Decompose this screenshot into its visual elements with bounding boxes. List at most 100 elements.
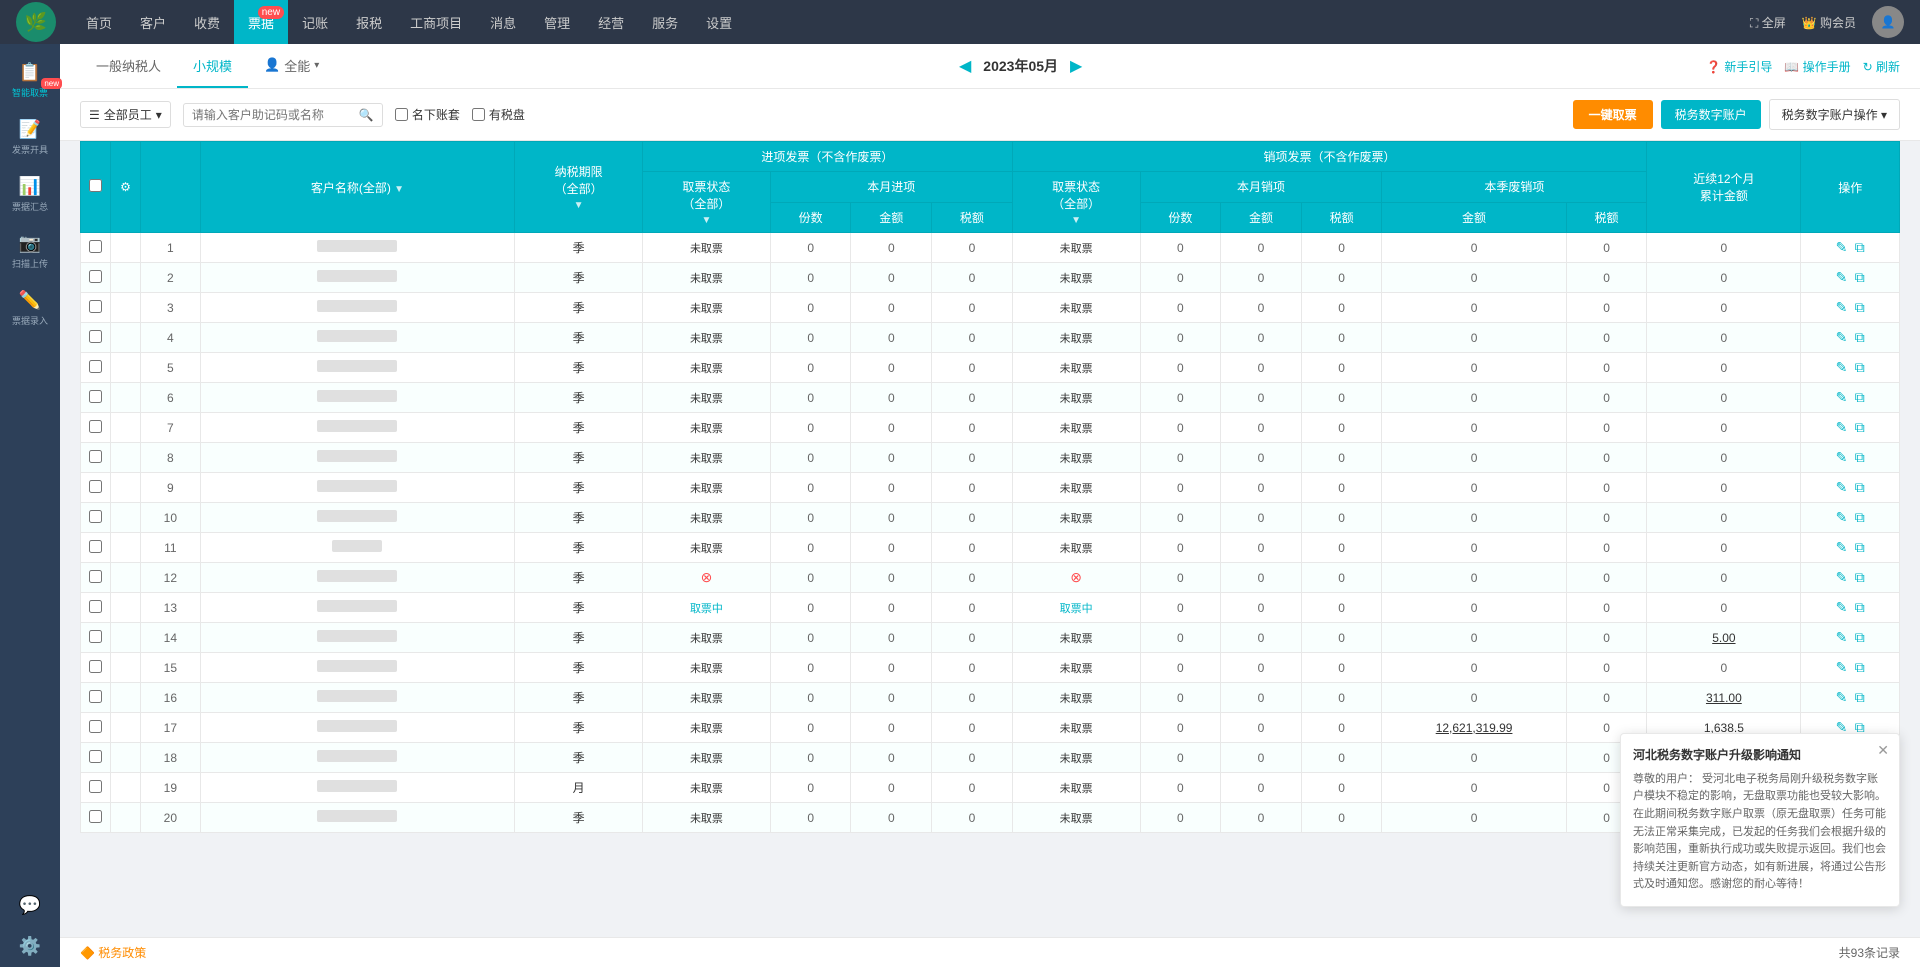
employee-select[interactable]: ☰ 全部员工 ▾ — [80, 101, 171, 128]
row-in-status-cell[interactable]: 取票中 — [643, 593, 771, 623]
row-in-status-cell[interactable]: 未取票 — [643, 653, 771, 683]
row-out-status-cell[interactable]: 未取票 — [1012, 383, 1140, 413]
th-out-status[interactable]: 取票状态（全部）▼ — [1012, 172, 1140, 233]
row-in-status-cell[interactable]: 未取票 — [643, 773, 771, 803]
search-input[interactable] — [192, 108, 355, 122]
copy-icon[interactable]: ⧉ — [1855, 389, 1865, 405]
row-checkbox-cell[interactable] — [81, 653, 111, 683]
edit-icon[interactable]: ✎ — [1836, 569, 1848, 585]
row-out-status-cell[interactable]: 未取票 — [1012, 323, 1140, 353]
nav-message[interactable]: 消息 — [476, 0, 530, 44]
edit-icon[interactable]: ✎ — [1836, 419, 1848, 435]
row-in-status-cell[interactable]: ⊗ — [643, 563, 771, 593]
edit-icon[interactable]: ✎ — [1836, 269, 1848, 285]
row-in-status-cell[interactable]: 未取票 — [643, 683, 771, 713]
row-name-cell[interactable] — [200, 623, 515, 653]
row-out-status-cell[interactable]: 未取票 — [1012, 293, 1140, 323]
nav-billing[interactable]: 收费 — [180, 0, 234, 44]
row-checkbox-cell[interactable] — [81, 263, 111, 293]
th-customer-name[interactable]: 客户名称(全部) ▼ — [200, 142, 515, 233]
row-name-cell[interactable] — [200, 293, 515, 323]
row-checkbox[interactable] — [89, 690, 102, 703]
row-checkbox[interactable] — [89, 570, 102, 583]
notification-close-btn[interactable]: ✕ — [1877, 742, 1889, 759]
row-checkbox-cell[interactable] — [81, 713, 111, 743]
row-in-status-cell[interactable]: 未取票 — [643, 263, 771, 293]
row-checkbox-cell[interactable] — [81, 383, 111, 413]
copy-icon[interactable]: ⧉ — [1855, 479, 1865, 495]
row-in-status-cell[interactable]: 未取票 — [643, 293, 771, 323]
nav-accounting[interactable]: 记账 — [288, 0, 342, 44]
row-checkbox-cell[interactable] — [81, 623, 111, 653]
copy-icon[interactable]: ⧉ — [1855, 509, 1865, 525]
row-checkbox[interactable] — [89, 540, 102, 553]
copy-icon[interactable]: ⧉ — [1855, 329, 1865, 345]
row-checkbox[interactable] — [89, 330, 102, 343]
row-checkbox-cell[interactable] — [81, 593, 111, 623]
row-in-status-cell[interactable]: 未取票 — [643, 623, 771, 653]
tax-policy-link[interactable]: 🔶 税务政策 — [80, 944, 146, 961]
sidebar-item-ticket-entry[interactable]: ✏️ 票据录入 — [0, 280, 60, 337]
row-checkbox-cell[interactable] — [81, 443, 111, 473]
row-name-cell[interactable] — [200, 263, 515, 293]
row-checkbox[interactable] — [89, 630, 102, 643]
nav-home[interactable]: 首页 — [72, 0, 126, 44]
row-checkbox[interactable] — [89, 750, 102, 763]
row-name-cell[interactable] — [200, 473, 515, 503]
copy-icon[interactable]: ⧉ — [1855, 299, 1865, 315]
copy-icon[interactable]: ⧉ — [1855, 359, 1865, 375]
edit-icon[interactable]: ✎ — [1836, 239, 1848, 255]
row-name-cell[interactable] — [200, 533, 515, 563]
copy-icon[interactable]: ⧉ — [1855, 269, 1865, 285]
row-out-status-cell[interactable]: 未取票 — [1012, 263, 1140, 293]
edit-icon[interactable]: ✎ — [1836, 509, 1848, 525]
row-checkbox-cell[interactable] — [81, 533, 111, 563]
row-in-status-cell[interactable]: 未取票 — [643, 803, 771, 833]
row-checkbox[interactable] — [89, 450, 102, 463]
row-out-status-cell[interactable]: 未取票 — [1012, 233, 1140, 263]
row-in-status-cell[interactable]: 未取票 — [643, 233, 771, 263]
has-taxdisk-checkbox[interactable] — [472, 108, 485, 121]
nav-operation[interactable]: 经营 — [584, 0, 638, 44]
copy-icon[interactable]: ⧉ — [1855, 659, 1865, 675]
row-in-status-cell[interactable]: 未取票 — [643, 353, 771, 383]
row-checkbox-cell[interactable] — [81, 803, 111, 833]
row-out-status-cell[interactable]: 未取票 — [1012, 443, 1140, 473]
row-out-status-cell[interactable]: 未取票 — [1012, 503, 1140, 533]
row-name-cell[interactable] — [200, 563, 515, 593]
row-out-status-cell[interactable]: 未取票 — [1012, 473, 1140, 503]
row-checkbox[interactable] — [89, 510, 102, 523]
row-checkbox-cell[interactable] — [81, 233, 111, 263]
search-box[interactable]: 🔍 — [183, 103, 383, 127]
sidebar-item-chat[interactable]: 💬 — [0, 885, 60, 926]
select-all-checkbox[interactable] — [89, 179, 102, 192]
tab-small-scale[interactable]: 小规模 — [177, 44, 248, 88]
th-in-status[interactable]: 取票状态（全部）▼ — [643, 172, 771, 233]
row-checkbox[interactable] — [89, 720, 102, 733]
new-guide-btn[interactable]: ❓ 新手引导 — [1706, 58, 1772, 75]
row-name-cell[interactable] — [200, 593, 515, 623]
edit-icon[interactable]: ✎ — [1836, 389, 1848, 405]
row-in-status-cell[interactable]: 未取票 — [643, 323, 771, 353]
row-out-status-cell[interactable]: 未取票 — [1012, 713, 1140, 743]
fullscreen-btn[interactable]: ⛶ 全屏 — [1750, 14, 1786, 31]
row-checkbox-cell[interactable] — [81, 353, 111, 383]
sidebar-item-invoice-open[interactable]: 📝 发票开具 — [0, 109, 60, 166]
row-checkbox[interactable] — [89, 660, 102, 673]
row-out-status-cell[interactable]: 未取票 — [1012, 743, 1140, 773]
row-name-cell[interactable] — [200, 413, 515, 443]
row-checkbox-cell[interactable] — [81, 563, 111, 593]
sidebar-item-scan-upload[interactable]: 📷 扫描上传 — [0, 223, 60, 280]
row-checkbox[interactable] — [89, 420, 102, 433]
row-out-status-cell[interactable]: 未取票 — [1012, 773, 1140, 803]
row-checkbox[interactable] — [89, 390, 102, 403]
copy-icon[interactable]: ⧉ — [1855, 539, 1865, 555]
row-name-cell[interactable] — [200, 773, 515, 803]
user-avatar[interactable]: 👤 — [1872, 6, 1904, 38]
sidebar-item-ticket-summary[interactable]: 📊 票据汇总 — [0, 166, 60, 223]
row-in-status-cell[interactable]: 未取票 — [643, 533, 771, 563]
edit-icon[interactable]: ✎ — [1836, 599, 1848, 615]
row-name-cell[interactable] — [200, 803, 515, 833]
row-name-cell[interactable] — [200, 443, 515, 473]
edit-icon[interactable]: ✎ — [1836, 299, 1848, 315]
